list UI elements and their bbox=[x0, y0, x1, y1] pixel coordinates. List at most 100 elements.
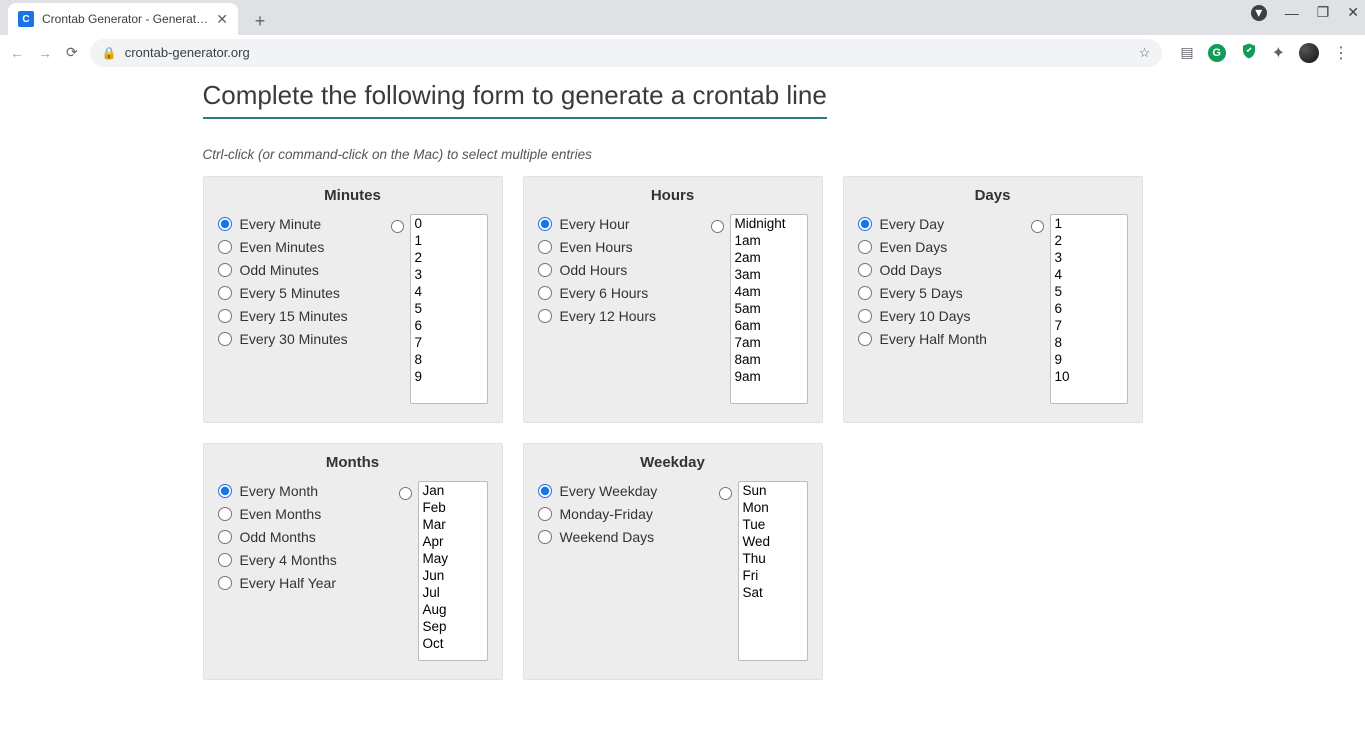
list-item[interactable]: Wed bbox=[739, 533, 807, 550]
radio-every-5-minutes[interactable]: Every 5 Minutes bbox=[218, 285, 383, 301]
radio-months-list[interactable] bbox=[399, 487, 412, 500]
list-item[interactable]: Oct bbox=[419, 635, 487, 652]
radio-weekday-list[interactable] bbox=[719, 487, 732, 500]
radio-every-15-minutes[interactable]: Every 15 Minutes bbox=[218, 308, 383, 324]
radio-even-months[interactable]: Even Months bbox=[218, 506, 391, 522]
extension-circle-icon[interactable]: ▾ bbox=[1251, 5, 1267, 21]
back-icon[interactable]: ← bbox=[10, 45, 24, 61]
address-bar[interactable]: 🔒 crontab-generator.org ☆ bbox=[90, 39, 1163, 67]
radio-every-10-days[interactable]: Every 10 Days bbox=[858, 308, 1023, 324]
days-select[interactable]: 12345678910 bbox=[1050, 214, 1128, 404]
radio-odd-minutes[interactable]: Odd Minutes bbox=[218, 262, 383, 278]
list-item[interactable]: 5 bbox=[411, 300, 487, 317]
list-item[interactable]: Sat bbox=[739, 584, 807, 601]
radio-every-6-hours[interactable]: Every 6 Hours bbox=[538, 285, 703, 301]
list-item[interactable]: 9am bbox=[731, 368, 807, 385]
radio-odd-months[interactable]: Odd Months bbox=[218, 529, 391, 545]
extensions-puzzle-icon[interactable]: ✦ bbox=[1272, 43, 1285, 63]
radio-every-day[interactable]: Every Day bbox=[858, 216, 1023, 232]
list-item[interactable]: Jun bbox=[419, 567, 487, 584]
forward-icon[interactable]: → bbox=[38, 45, 52, 61]
page-viewport[interactable]: Complete the following form to generate … bbox=[0, 70, 1365, 730]
list-item[interactable]: 3am bbox=[731, 266, 807, 283]
list-item[interactable]: 3 bbox=[1051, 249, 1127, 266]
radio-every-5-days[interactable]: Every 5 Days bbox=[858, 285, 1023, 301]
list-item[interactable]: Tue bbox=[739, 516, 807, 533]
radio-every-weekday[interactable]: Every Weekday bbox=[538, 483, 711, 499]
window-minimize-icon[interactable]: — bbox=[1285, 5, 1299, 21]
list-item[interactable]: 4 bbox=[411, 283, 487, 300]
list-item[interactable]: 7 bbox=[1051, 317, 1127, 334]
new-tab-button[interactable]: + bbox=[246, 7, 274, 35]
list-item[interactable]: Thu bbox=[739, 550, 807, 567]
list-item[interactable]: 2 bbox=[411, 249, 487, 266]
list-item[interactable]: 8 bbox=[411, 351, 487, 368]
list-item[interactable]: Mar bbox=[419, 516, 487, 533]
grammarly-icon[interactable]: G bbox=[1208, 44, 1226, 62]
list-item[interactable]: 6 bbox=[1051, 300, 1127, 317]
list-item[interactable]: 1 bbox=[411, 232, 487, 249]
list-item[interactable]: Mon bbox=[739, 499, 807, 516]
radio-even-minutes[interactable]: Even Minutes bbox=[218, 239, 383, 255]
list-item[interactable]: 10 bbox=[1051, 368, 1127, 385]
list-item[interactable]: Aug bbox=[419, 601, 487, 618]
list-item[interactable]: Fri bbox=[739, 567, 807, 584]
radio-every-4-months[interactable]: Every 4 Months bbox=[218, 552, 391, 568]
list-item[interactable]: 6am bbox=[731, 317, 807, 334]
radio-every-half-year[interactable]: Every Half Year bbox=[218, 575, 391, 591]
window-close-icon[interactable]: ✕ bbox=[1347, 4, 1359, 21]
list-item[interactable]: 5 bbox=[1051, 283, 1127, 300]
reload-icon[interactable]: ⟳ bbox=[66, 44, 78, 61]
close-tab-icon[interactable]: ✕ bbox=[216, 11, 228, 28]
profile-avatar-icon[interactable] bbox=[1299, 43, 1319, 63]
list-item[interactable]: 0 bbox=[411, 215, 487, 232]
radio-every-month[interactable]: Every Month bbox=[218, 483, 391, 499]
radio-every-half-month[interactable]: Every Half Month bbox=[858, 331, 1023, 347]
list-item[interactable]: 2am bbox=[731, 249, 807, 266]
list-item[interactable]: Jul bbox=[419, 584, 487, 601]
browser-tab[interactable]: C Crontab Generator - Generate cr ✕ bbox=[8, 3, 238, 35]
list-item[interactable]: Apr bbox=[419, 533, 487, 550]
radio-odd-days[interactable]: Odd Days bbox=[858, 262, 1023, 278]
kebab-menu-icon[interactable]: ⋮ bbox=[1333, 43, 1349, 63]
reader-icon[interactable]: ▤ bbox=[1180, 44, 1193, 61]
radio-weekend-days[interactable]: Weekend Days bbox=[538, 529, 711, 545]
weekday-select[interactable]: SunMonTueWedThuFriSat bbox=[738, 481, 808, 661]
window-maximize-icon[interactable]: ❐ bbox=[1317, 4, 1330, 21]
radio-odd-hours[interactable]: Odd Hours bbox=[538, 262, 703, 278]
list-item[interactable]: 5am bbox=[731, 300, 807, 317]
radio-hours-list[interactable] bbox=[711, 220, 724, 233]
radio-every-12-hours[interactable]: Every 12 Hours bbox=[538, 308, 703, 324]
months-select[interactable]: JanFebMarAprMayJunJulAugSepOct bbox=[418, 481, 488, 661]
radio-every-30-minutes[interactable]: Every 30 Minutes bbox=[218, 331, 383, 347]
list-item[interactable]: 9 bbox=[411, 368, 487, 385]
list-item[interactable]: Sep bbox=[419, 618, 487, 635]
list-item[interactable]: Jan bbox=[419, 482, 487, 499]
list-item[interactable]: 6 bbox=[411, 317, 487, 334]
list-item[interactable]: Midnight bbox=[731, 215, 807, 232]
radio-every-hour[interactable]: Every Hour bbox=[538, 216, 703, 232]
list-item[interactable]: 1 bbox=[1051, 215, 1127, 232]
list-item[interactable]: 1am bbox=[731, 232, 807, 249]
list-item[interactable]: 9 bbox=[1051, 351, 1127, 368]
list-item[interactable]: 4 bbox=[1051, 266, 1127, 283]
bookmark-star-icon[interactable]: ☆ bbox=[1139, 45, 1151, 61]
radio-monday-friday[interactable]: Monday-Friday bbox=[538, 506, 711, 522]
list-item[interactable]: 3 bbox=[411, 266, 487, 283]
list-item[interactable]: Feb bbox=[419, 499, 487, 516]
list-item[interactable]: 8 bbox=[1051, 334, 1127, 351]
radio-even-days[interactable]: Even Days bbox=[858, 239, 1023, 255]
radio-days-list[interactable] bbox=[1031, 220, 1044, 233]
list-item[interactable]: 2 bbox=[1051, 232, 1127, 249]
hours-select[interactable]: Midnight1am2am3am4am5am6am7am8am9am bbox=[730, 214, 808, 404]
shield-icon[interactable] bbox=[1240, 42, 1258, 63]
radio-even-hours[interactable]: Even Hours bbox=[538, 239, 703, 255]
radio-minutes-list[interactable] bbox=[391, 220, 404, 233]
list-item[interactable]: 4am bbox=[731, 283, 807, 300]
list-item[interactable]: 7 bbox=[411, 334, 487, 351]
list-item[interactable]: Sun bbox=[739, 482, 807, 499]
list-item[interactable]: 7am bbox=[731, 334, 807, 351]
minutes-select[interactable]: 0123456789 bbox=[410, 214, 488, 404]
list-item[interactable]: May bbox=[419, 550, 487, 567]
radio-every-minute[interactable]: Every Minute bbox=[218, 216, 383, 232]
